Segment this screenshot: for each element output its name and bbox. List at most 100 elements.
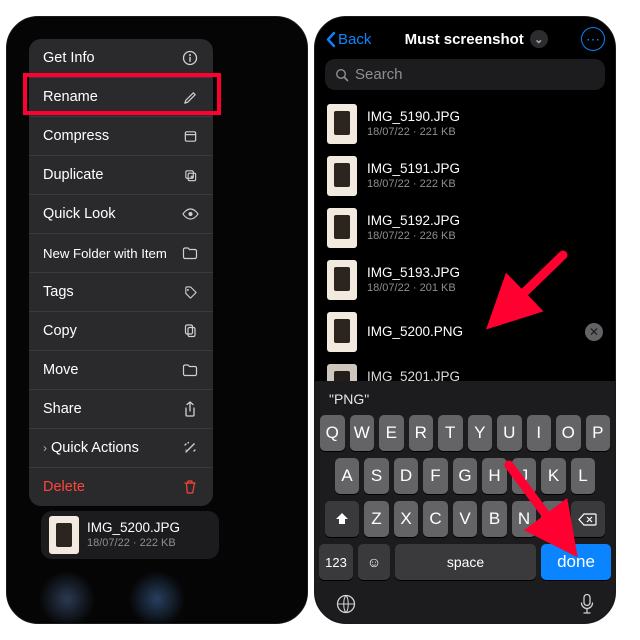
menu-item-rename[interactable]: Rename (29, 78, 213, 117)
selected-file-preview[interactable]: IMG_5200.JPG 18/07/22 · 222 KB (41, 511, 219, 559)
suggestion-text: "PNG" (329, 391, 369, 407)
key-m[interactable]: M (541, 501, 566, 537)
key-space[interactable]: space (395, 544, 536, 580)
key-s[interactable]: S (364, 458, 389, 494)
key-d[interactable]: D (394, 458, 419, 494)
key-h[interactable]: H (482, 458, 507, 494)
file-sub-label: 18/07/22 · 222 KB (367, 178, 603, 191)
menu-label: Move (43, 362, 78, 378)
key-e[interactable]: E (379, 415, 404, 451)
key-r[interactable]: R (409, 415, 434, 451)
pencil-icon (181, 88, 199, 106)
quick-actions-label: ›Quick Actions (43, 440, 139, 456)
file-name-label: IMG_5190.JPG (367, 109, 603, 125)
file-meta: IMG_5200.JPG 18/07/22 · 222 KB (87, 520, 180, 549)
menu-item-duplicate[interactable]: Duplicate (29, 156, 213, 195)
backspace-icon (578, 513, 597, 526)
file-thumbnail-icon (327, 156, 357, 196)
menu-item-get-info[interactable]: Get Info (29, 39, 213, 78)
key-c[interactable]: C (423, 501, 448, 537)
menu-item-new-folder[interactable]: New Folder with Item (29, 234, 213, 273)
menu-label: Compress (43, 128, 109, 144)
menu-label: Tags (43, 284, 74, 300)
file-list: IMG_5190.JPG 18/07/22 · 221 KB IMG_5191.… (315, 98, 615, 410)
emoji-icon: ☺ (367, 554, 381, 570)
key-z[interactable]: Z (364, 501, 389, 537)
file-thumbnail-icon (327, 312, 357, 352)
chevron-left-icon (325, 31, 336, 48)
key-a[interactable]: A (335, 458, 360, 494)
context-menu: Get Info Rename Compress Duplicate Quick… (29, 39, 213, 506)
clear-text-button[interactable]: ✕ (585, 323, 603, 341)
file-row[interactable]: IMG_5191.JPG 18/07/22 · 222 KB (315, 150, 615, 202)
key-shift[interactable] (325, 501, 359, 537)
key-n[interactable]: N (512, 501, 537, 537)
menu-label: Rename (43, 89, 98, 105)
key-backspace[interactable] (571, 501, 605, 537)
phone-right-filelist: Back Must screenshot ⌄ ⋯ Search IMG_5190… (314, 16, 616, 624)
nav-title[interactable]: Must screenshot ⌄ (405, 30, 548, 48)
key-numbers[interactable]: 123 (319, 544, 353, 580)
keyboard-row-4: 123 ☺ space done (319, 544, 611, 580)
key-q[interactable]: Q (320, 415, 345, 451)
search-field[interactable]: Search (325, 59, 605, 90)
xmark-icon: ✕ (589, 325, 599, 339)
shift-icon (334, 512, 350, 527)
key-w[interactable]: W (350, 415, 375, 451)
file-name-label: IMG_5191.JPG (367, 161, 603, 177)
key-g[interactable]: G (453, 458, 478, 494)
key-l[interactable]: L (571, 458, 596, 494)
file-row[interactable]: IMG_5193.JPG 18/07/22 · 201 KB (315, 254, 615, 306)
menu-item-copy[interactable]: Copy (29, 312, 213, 351)
more-button[interactable]: ⋯ (581, 27, 605, 51)
keyboard-row-3: Z X C V B N M (319, 501, 611, 537)
folder-icon (181, 244, 199, 262)
key-emoji[interactable]: ☺ (358, 544, 390, 580)
key-f[interactable]: F (423, 458, 448, 494)
tag-icon (181, 283, 199, 301)
search-icon (335, 68, 349, 82)
file-row[interactable]: IMG_5190.JPG 18/07/22 · 221 KB (315, 98, 615, 150)
search-placeholder: Search (355, 66, 403, 83)
mic-icon[interactable] (579, 593, 595, 615)
key-b[interactable]: B (482, 501, 507, 537)
key-u[interactable]: U (497, 415, 522, 451)
key-y[interactable]: Y (468, 415, 493, 451)
key-o[interactable]: O (556, 415, 581, 451)
key-j[interactable]: J (512, 458, 537, 494)
file-thumbnail-icon (327, 208, 357, 248)
key-p[interactable]: P (586, 415, 611, 451)
key-i[interactable]: I (527, 415, 552, 451)
menu-label: Get Info (43, 50, 95, 66)
key-t[interactable]: T (438, 415, 463, 451)
key-x[interactable]: X (394, 501, 419, 537)
phone-left-contextmenu: Get Info Rename Compress Duplicate Quick… (6, 16, 308, 624)
file-row-editing[interactable]: IMG_5200.PNG ✕ (315, 306, 615, 358)
keyboard-bottom-row (319, 587, 611, 617)
duplicate-icon (181, 166, 199, 184)
file-row[interactable]: IMG_5192.JPG 18/07/22 · 226 KB (315, 202, 615, 254)
menu-item-move[interactable]: Move (29, 351, 213, 390)
menu-item-quick-look[interactable]: Quick Look (29, 195, 213, 234)
globe-icon[interactable] (335, 593, 357, 615)
trash-icon (181, 478, 199, 496)
archive-icon (181, 127, 199, 145)
menu-item-quick-actions[interactable]: ›Quick Actions (29, 429, 213, 468)
menu-label: Duplicate (43, 167, 103, 183)
key-done[interactable]: done (541, 544, 611, 580)
back-button[interactable]: Back (325, 31, 371, 48)
menu-label: Delete (43, 479, 85, 495)
back-label: Back (338, 31, 371, 48)
key-k[interactable]: K (541, 458, 566, 494)
chevron-down-icon: ⌄ (530, 30, 548, 48)
menu-item-delete[interactable]: Delete (29, 468, 213, 506)
keyboard: "PNG" Q W E R T Y U I O P A S D F G H J … (315, 381, 615, 623)
file-name-editing[interactable]: IMG_5200.PNG (367, 324, 575, 340)
nav-bar: Back Must screenshot ⌄ ⋯ (315, 17, 615, 55)
file-thumbnail-icon (327, 104, 357, 144)
menu-item-tags[interactable]: Tags (29, 273, 213, 312)
menu-item-share[interactable]: Share (29, 390, 213, 429)
menu-item-compress[interactable]: Compress (29, 117, 213, 156)
key-v[interactable]: V (453, 501, 478, 537)
keyboard-suggestion-bar[interactable]: "PNG" (319, 385, 611, 415)
